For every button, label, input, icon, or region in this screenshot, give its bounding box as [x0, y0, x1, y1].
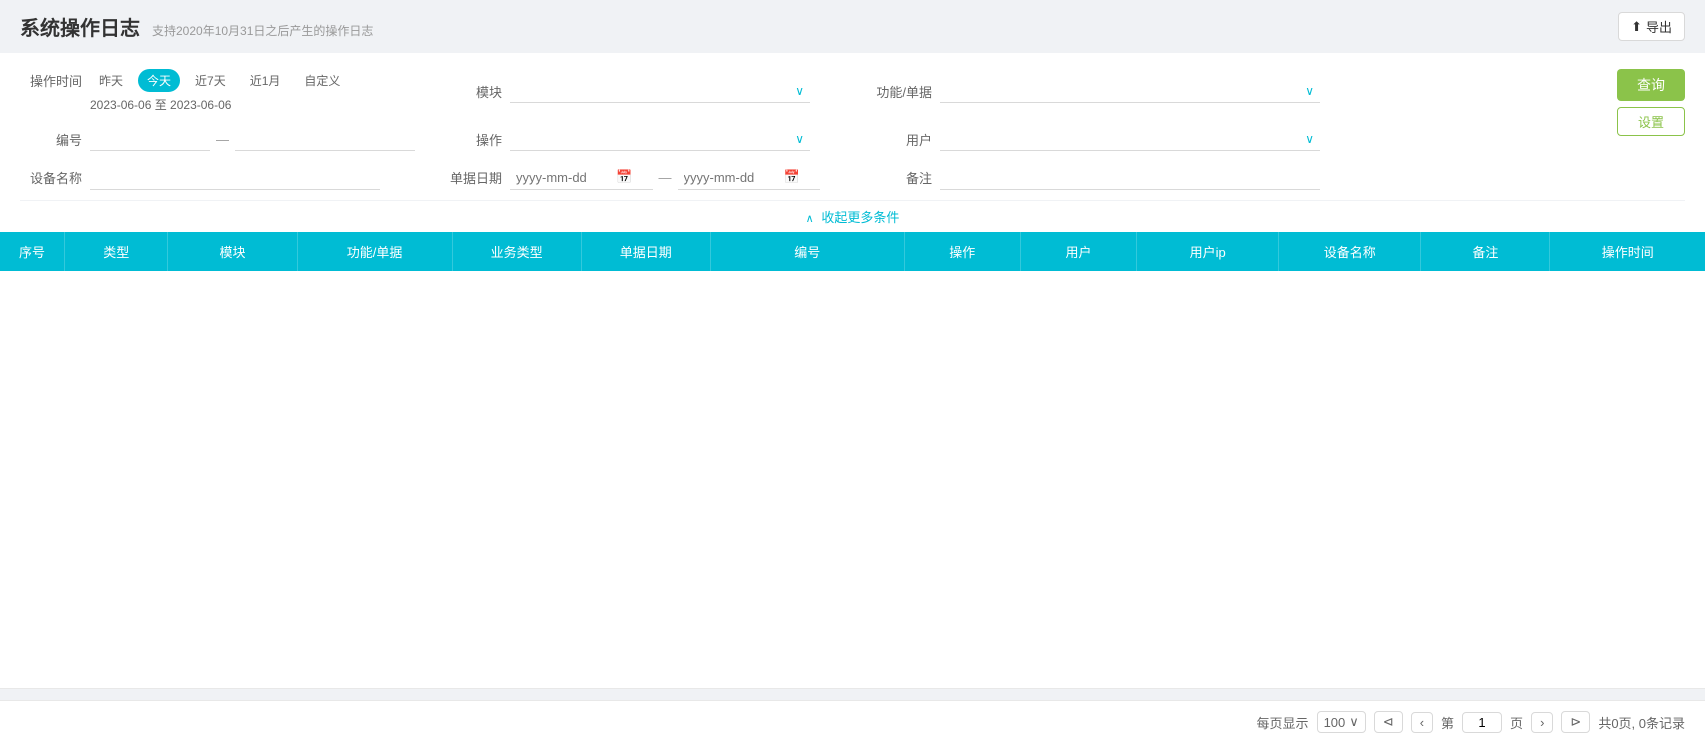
- col-user: 用户: [1020, 232, 1136, 271]
- last7days-btn[interactable]: 近7天: [186, 69, 235, 92]
- total-text: 共0页, 0条记录: [1598, 713, 1685, 732]
- filter-row-2: 编号 — 操作 ∨ 用户 ∨: [20, 127, 1685, 151]
- voucher-date-label: 单据日期: [440, 168, 510, 187]
- per-page-value: 100: [1324, 715, 1346, 730]
- export-label: 导出: [1646, 17, 1672, 36]
- last-page-btn[interactable]: ⊳: [1561, 711, 1590, 733]
- module-chevron-icon: ∨: [795, 84, 804, 98]
- device-label: 设备名称: [20, 168, 90, 187]
- collapse-bar[interactable]: ∧ 收起更多条件: [20, 200, 1685, 232]
- page-subtitle: 支持2020年10月31日之后产生的操作日志: [152, 22, 373, 39]
- col-operation: 操作: [904, 232, 1020, 271]
- date-start-input[interactable]: [516, 170, 616, 185]
- function-chevron-icon: ∨: [1305, 84, 1314, 98]
- export-button[interactable]: ⬆ 导出: [1618, 12, 1685, 41]
- col-number: 编号: [710, 232, 904, 271]
- col-op-time: 操作时间: [1550, 232, 1705, 271]
- module-label: 模块: [440, 82, 510, 101]
- page-input[interactable]: [1462, 712, 1502, 733]
- date-range-text: 2023-06-06 至 2023-06-06: [90, 98, 231, 112]
- remark-input[interactable]: [940, 166, 1320, 190]
- collapse-label: 收起更多条件: [821, 210, 899, 225]
- col-type: 类型: [65, 232, 168, 271]
- pagination-bar: 每页显示 100 ∨ ⊲ ‹ 第 页 › ⊳ 共0页, 0条记录: [0, 700, 1705, 743]
- yesterday-btn[interactable]: 昨天: [90, 69, 132, 92]
- per-page-chevron-icon: ∨: [1349, 714, 1359, 730]
- last1month-btn[interactable]: 近1月: [241, 69, 290, 92]
- empty-area: [0, 271, 1705, 621]
- number-dash: —: [216, 132, 229, 147]
- filter-row-1: 操作时间 昨天 今天 近7天 近1月 自定义 2023-06-06 至 2023…: [20, 69, 1685, 113]
- per-page-label: 每页显示: [1257, 713, 1309, 732]
- settings-button[interactable]: 设置: [1617, 107, 1685, 136]
- date-dash: —: [659, 170, 672, 185]
- scrollbar-area[interactable]: [0, 688, 1705, 700]
- date-end-wrap[interactable]: 📅: [678, 165, 821, 190]
- number-label: 编号: [20, 130, 90, 149]
- user-label: 用户: [860, 130, 940, 149]
- col-module: 模块: [168, 232, 297, 271]
- first-page-btn[interactable]: ⊲: [1374, 711, 1403, 733]
- number-input-end[interactable]: [235, 127, 415, 151]
- table-header: 序号 类型 模块 功能/单据 业务类型 单据日期 编号 操作 用户 用户ip 设…: [0, 232, 1705, 271]
- export-icon: ⬆: [1631, 19, 1642, 35]
- col-remark: 备注: [1421, 232, 1550, 271]
- page-suffix: 页: [1510, 713, 1523, 732]
- page-label: 第: [1441, 713, 1454, 732]
- number-input-start[interactable]: [90, 127, 210, 151]
- col-biz-type: 业务类型: [452, 232, 581, 271]
- operation-label: 操作: [440, 130, 510, 149]
- collapse-icon: ∧: [806, 213, 814, 225]
- page-header-left: 系统操作日志 支持2020年10月31日之后产生的操作日志: [20, 12, 373, 41]
- calendar-end-icon[interactable]: 📅: [784, 169, 800, 185]
- date-start-wrap[interactable]: 📅: [510, 165, 653, 190]
- data-table: 序号 类型 模块 功能/单据 业务类型 单据日期 编号 操作 用户 用户ip 设…: [0, 232, 1705, 271]
- user-select[interactable]: ∨: [940, 128, 1320, 151]
- col-device: 设备名称: [1279, 232, 1421, 271]
- operation-chevron-icon: ∨: [795, 132, 804, 146]
- prev-page-btn[interactable]: ‹: [1411, 712, 1433, 733]
- col-function: 功能/单据: [297, 232, 452, 271]
- time-options: 昨天 今天 近7天 近1月 自定义: [90, 69, 349, 92]
- date-end-input[interactable]: [684, 170, 784, 185]
- calendar-start-icon[interactable]: 📅: [616, 169, 632, 185]
- col-user-ip: 用户ip: [1137, 232, 1279, 271]
- device-input[interactable]: [90, 166, 380, 190]
- col-voucher-date: 单据日期: [581, 232, 710, 271]
- filter-row-3: 设备名称 单据日期 📅 — 📅 备注: [20, 165, 1685, 190]
- page-header: 系统操作日志 支持2020年10月31日之后产生的操作日志 ⬆ 导出: [0, 0, 1705, 53]
- query-button[interactable]: 查询: [1617, 69, 1685, 101]
- filter-section: 操作时间 昨天 今天 近7天 近1月 自定义 2023-06-06 至 2023…: [0, 53, 1705, 232]
- user-chevron-icon: ∨: [1305, 132, 1314, 146]
- page-title: 系统操作日志: [20, 12, 140, 41]
- module-select[interactable]: ∨: [510, 80, 810, 103]
- operation-time-label: 操作时间: [20, 71, 90, 90]
- custom-btn[interactable]: 自定义: [295, 69, 349, 92]
- table-container: 序号 类型 模块 功能/单据 业务类型 单据日期 编号 操作 用户 用户ip 设…: [0, 232, 1705, 688]
- remark-label: 备注: [860, 168, 940, 187]
- col-index: 序号: [0, 232, 65, 271]
- page-wrapper: 系统操作日志 支持2020年10月31日之后产生的操作日志 ⬆ 导出 操作时间 …: [0, 0, 1705, 743]
- today-btn[interactable]: 今天: [138, 69, 180, 92]
- function-label: 功能/单据: [860, 82, 940, 101]
- function-select[interactable]: ∨: [940, 80, 1320, 103]
- per-page-select[interactable]: 100 ∨: [1317, 711, 1366, 733]
- operation-select[interactable]: ∨: [510, 128, 810, 151]
- action-buttons: 查询 设置: [1617, 69, 1685, 136]
- next-page-btn[interactable]: ›: [1531, 712, 1553, 733]
